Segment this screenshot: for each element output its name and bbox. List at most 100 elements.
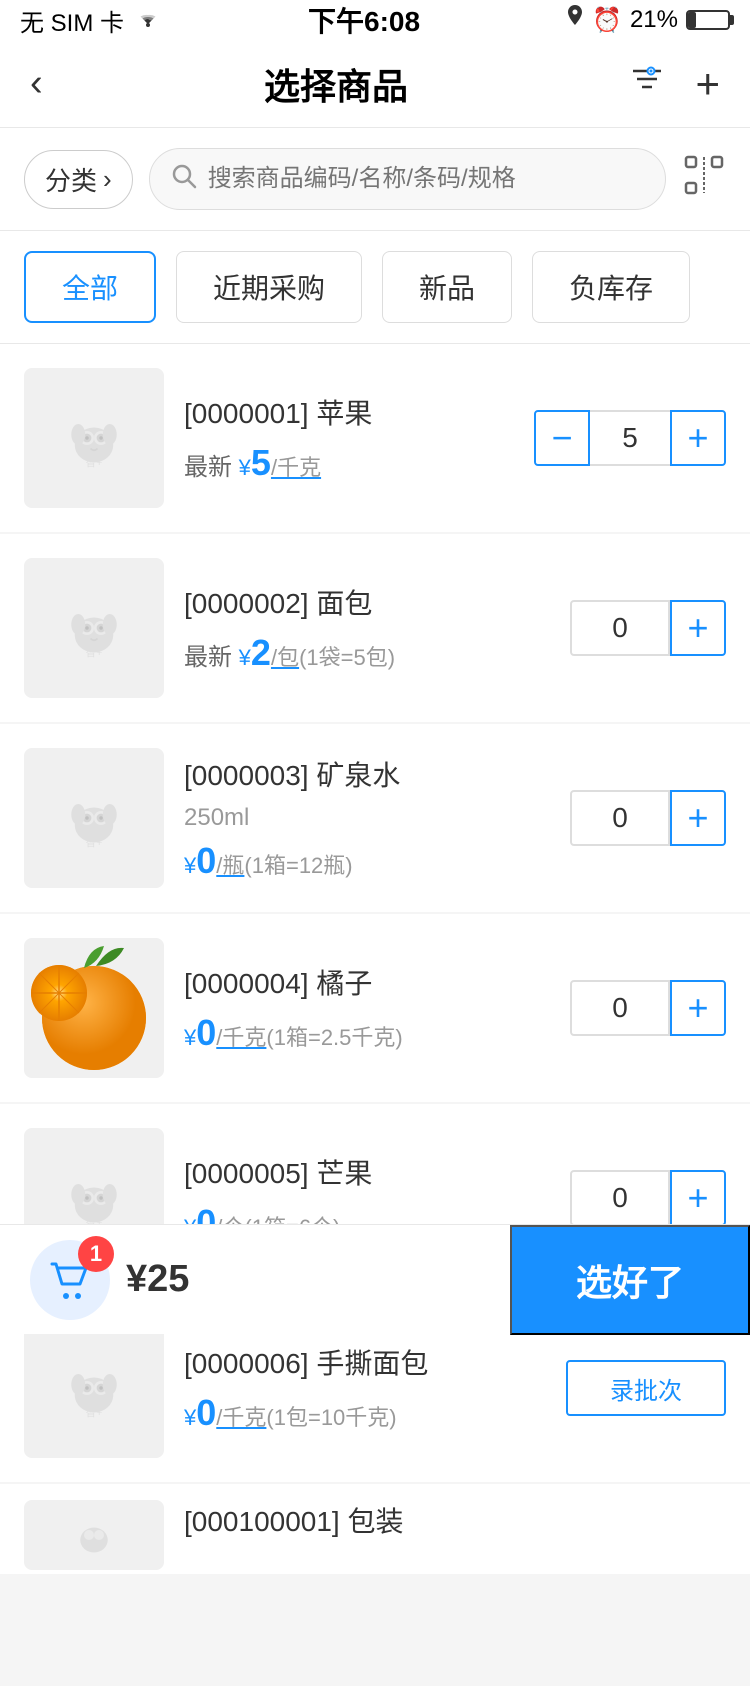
product-price: ¥0/千克(1箱=2.5千克) (184, 1012, 550, 1054)
price-info: (1箱=2.5千克) (266, 1025, 402, 1050)
add-button[interactable]: + (695, 60, 720, 108)
quantity-input[interactable] (570, 790, 670, 846)
price-unit: /千克 (271, 455, 321, 480)
product-info: [0000001] 苹果 最新 ¥5/千克 (184, 392, 514, 484)
carrier-label: 无 SIM 卡 (20, 3, 124, 38)
search-icon (170, 162, 198, 197)
product-info: [000100001] 包装 (184, 1500, 726, 1550)
toolbar: 分类 › (0, 128, 750, 231)
price-label: 最新 (184, 644, 232, 671)
category-label: 分类 (45, 161, 97, 198)
filter-icon[interactable] (629, 61, 665, 106)
filter-tabs: 全部 近期采购 新品 负库存 (0, 231, 750, 344)
bottom-bar: 1 ¥25 选好了 (0, 1224, 750, 1334)
product-info: [0000004] 橘子 ¥0/千克(1箱=2.5千克) (184, 962, 550, 1054)
product-spec: 250ml (184, 804, 550, 832)
battery-icon (686, 10, 730, 30)
product-price: 最新 ¥2/包(1袋=5包) (184, 632, 550, 674)
header: ‹ 选择商品 + (0, 40, 750, 128)
tab-recent[interactable]: 近期采购 (176, 251, 362, 323)
price-unit: /包 (271, 645, 299, 670)
quantity-input[interactable] (570, 980, 670, 1036)
price-unit: /千克 (216, 1025, 266, 1050)
tab-new[interactable]: 新品 (382, 251, 512, 323)
price-unit: /瓶 (216, 853, 244, 878)
svg-text:智+: 智+ (86, 456, 103, 469)
increment-button[interactable]: + (670, 600, 726, 656)
price-prefix: ¥ (184, 1025, 196, 1050)
svg-text:智+: 智+ (86, 1406, 103, 1419)
location-icon (566, 5, 584, 36)
tab-negative-stock[interactable]: 负库存 (532, 251, 690, 323)
product-name: [0000003] 矿泉水 (184, 754, 550, 794)
product-image (24, 1500, 164, 1570)
page-title: 选择商品 (264, 58, 408, 110)
list-item: [0000004] 橘子 ¥0/千克(1箱=2.5千克) + (0, 914, 750, 1102)
product-name: [0000001] 苹果 (184, 392, 514, 432)
scan-icon[interactable] (682, 153, 726, 205)
price-info: (1箱=12瓶) (244, 853, 352, 878)
status-right: ⏰ 21% (566, 5, 730, 36)
batch-button[interactable]: 录批次 (566, 1360, 726, 1416)
increment-button[interactable]: + (670, 410, 726, 466)
category-button[interactable]: 分类 › (24, 150, 133, 209)
header-icons: + (629, 60, 720, 108)
cart-section: 1 ¥25 (0, 1240, 510, 1320)
quantity-input[interactable] (590, 410, 670, 466)
price-unit: /千克 (216, 1405, 266, 1430)
quantity-input[interactable] (570, 1170, 670, 1226)
price-info: (1包=10千克) (266, 1405, 396, 1430)
product-image: 智+ (24, 1318, 164, 1458)
product-image: 智+ (24, 558, 164, 698)
svg-text:智+: 智+ (86, 836, 103, 849)
search-input[interactable] (208, 165, 645, 193)
quantity-control: + (570, 600, 726, 656)
decrement-button[interactable]: − (534, 410, 590, 466)
product-name: [0000002] 面包 (184, 582, 550, 622)
increment-button[interactable]: + (670, 790, 726, 846)
price-value: 0 (196, 840, 216, 881)
list-item: [000100001] 包装 (0, 1484, 750, 1574)
product-image: 智+ (24, 748, 164, 888)
list-item: 智+ [0000003] 矿泉水 250ml ¥0/瓶(1箱=12瓶) + (0, 724, 750, 912)
product-price: 最新 ¥5/千克 (184, 442, 514, 484)
product-image: 智+ (24, 368, 164, 508)
product-price: ¥0/千克(1包=10千克) (184, 1392, 546, 1434)
search-box[interactable] (149, 148, 666, 210)
cart-total: ¥25 (126, 1258, 189, 1301)
category-arrow: › (103, 164, 112, 195)
price-value: 2 (251, 632, 271, 673)
quantity-control: + (570, 790, 726, 846)
back-button[interactable]: ‹ (30, 62, 43, 105)
price-value: 0 (196, 1012, 216, 1053)
price-value: 0 (196, 1392, 216, 1433)
increment-button[interactable]: + (670, 1170, 726, 1226)
cart-button[interactable]: 1 (30, 1240, 110, 1320)
product-info: [0000002] 面包 最新 ¥2/包(1袋=5包) (184, 582, 550, 674)
price-prefix: ¥ (239, 645, 251, 670)
product-info: [0000003] 矿泉水 250ml ¥0/瓶(1箱=12瓶) (184, 754, 550, 882)
list-item: 智+ [0000002] 面包 最新 ¥2/包(1袋=5包) + (0, 534, 750, 722)
product-name: [0000005] 芒果 (184, 1152, 550, 1192)
price-prefix: ¥ (239, 455, 251, 480)
price-label: 最新 (184, 454, 232, 481)
confirm-button[interactable]: 选好了 (510, 1225, 750, 1335)
product-price: ¥0/瓶(1箱=12瓶) (184, 840, 550, 882)
price-value: 5 (251, 442, 271, 483)
cart-badge: 1 (78, 1236, 114, 1272)
quantity-control: − + (534, 410, 726, 466)
product-name: [000100001] 包装 (184, 1500, 726, 1540)
product-name: [0000006] 手撕面包 (184, 1342, 546, 1382)
increment-button[interactable]: + (670, 980, 726, 1036)
battery-percent: 21% (630, 6, 678, 34)
tab-all[interactable]: 全部 (24, 251, 156, 323)
alarm-icon: ⏰ (592, 6, 622, 35)
status-bar: 无 SIM 卡 下午6:08 ⏰ 21% (0, 0, 750, 40)
product-list: 智+ [0000001] 苹果 最新 ¥5/千克 − + (0, 344, 750, 1686)
status-time: 下午6:08 (308, 0, 420, 40)
quantity-control: + (570, 980, 726, 1036)
quantity-control: + (570, 1170, 726, 1226)
product-image (24, 938, 164, 1078)
product-name: [0000004] 橘子 (184, 962, 550, 1002)
quantity-input[interactable] (570, 600, 670, 656)
